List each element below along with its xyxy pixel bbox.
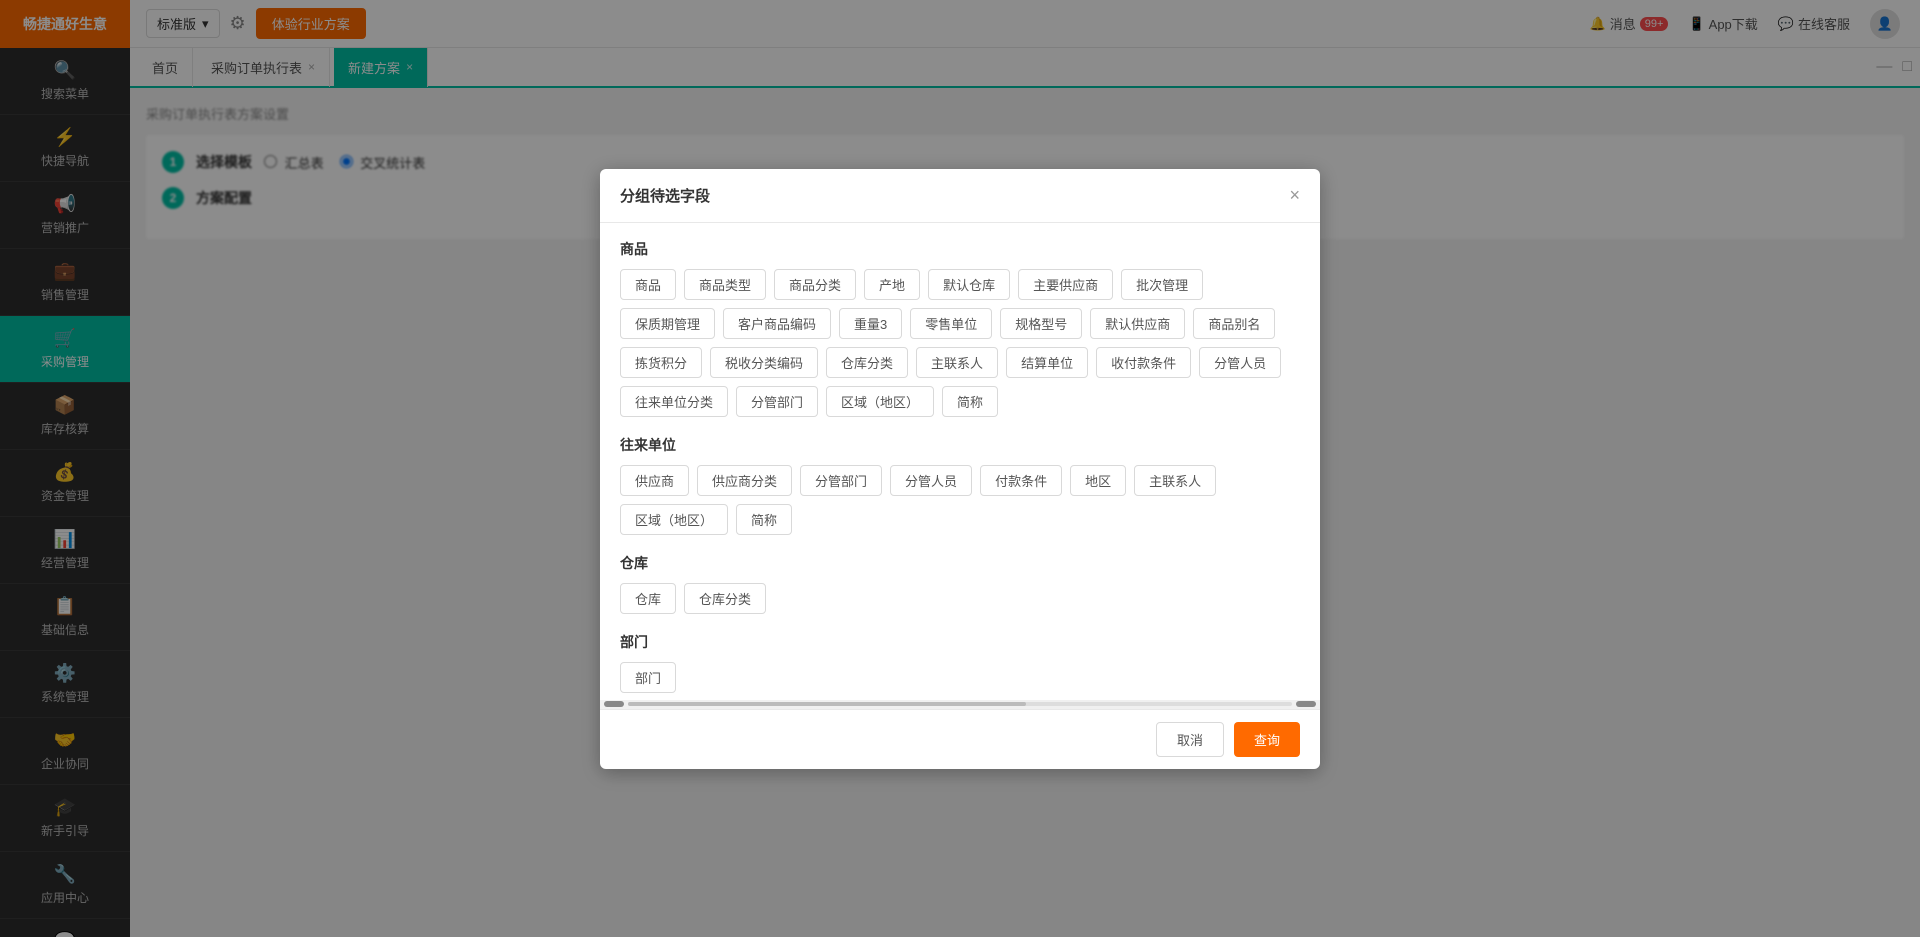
department-fields: 部门 <box>620 662 1300 693</box>
hscroll-right-btn[interactable] <box>1296 701 1316 707</box>
department-section-title: 部门 <box>620 632 1300 652</box>
field-tag-partner-region[interactable]: 区域（地区） <box>620 504 728 535</box>
field-tag-default-warehouse[interactable]: 默认仓库 <box>928 269 1010 300</box>
field-tag-partner-short[interactable]: 简称 <box>736 504 792 535</box>
field-tag-region[interactable]: 区域（地区） <box>826 386 934 417</box>
field-tag-expiry-manage[interactable]: 保质期管理 <box>620 308 715 339</box>
field-select-modal: 分组待选字段 × 商品 商品 商品类型 商品分类 产地 默认仓库 主要供应商 批… <box>600 169 1320 769</box>
field-tag-payment-condition[interactable]: 付款条件 <box>980 465 1062 496</box>
modal-header: 分组待选字段 × <box>600 169 1320 223</box>
warehouse-section: 仓库 仓库 仓库分类 <box>620 553 1300 614</box>
field-tag-supplier-category[interactable]: 供应商分类 <box>697 465 792 496</box>
field-tag-goods[interactable]: 商品 <box>620 269 676 300</box>
field-tag-main-supplier[interactable]: 主要供应商 <box>1018 269 1113 300</box>
modal-hscroll[interactable] <box>600 700 1320 708</box>
warehouse-fields: 仓库 仓库分类 <box>620 583 1300 614</box>
field-tag-goods-category[interactable]: 商品分类 <box>774 269 856 300</box>
partners-section-title: 往来单位 <box>620 435 1300 455</box>
field-tag-customer-code[interactable]: 客户商品编码 <box>723 308 831 339</box>
field-tag-short-name[interactable]: 简称 <box>942 386 998 417</box>
field-tag-default-supplier[interactable]: 默认供应商 <box>1090 308 1185 339</box>
field-tag-retail-unit[interactable]: 零售单位 <box>910 308 992 339</box>
field-tag-weight3[interactable]: 重量3 <box>839 308 902 339</box>
field-tag-dept[interactable]: 分管部门 <box>736 386 818 417</box>
field-tag-supplier[interactable]: 供应商 <box>620 465 689 496</box>
field-tag-dept-name[interactable]: 部门 <box>620 662 676 693</box>
modal-overlay[interactable]: 分组待选字段 × 商品 商品 商品类型 商品分类 产地 默认仓库 主要供应商 批… <box>0 0 1920 937</box>
cancel-button[interactable]: 取消 <box>1156 722 1224 757</box>
field-tag-manage-dept[interactable]: 分管部门 <box>800 465 882 496</box>
warehouse-section-title: 仓库 <box>620 553 1300 573</box>
field-tag-spec-model[interactable]: 规格型号 <box>1000 308 1082 339</box>
field-tag-source-unit[interactable]: 往来单位分类 <box>620 386 728 417</box>
field-tag-tax-code[interactable]: 税收分类编码 <box>710 347 818 378</box>
modal-footer: 取消 查询 <box>600 709 1320 769</box>
field-tag-main-contact[interactable]: 主联系人 <box>916 347 998 378</box>
goods-section: 商品 商品 商品类型 商品分类 产地 默认仓库 主要供应商 批次管理 保质期管理… <box>620 239 1300 417</box>
hscroll-track <box>628 702 1292 706</box>
field-tag-manage-person[interactable]: 分管人员 <box>890 465 972 496</box>
partners-fields: 供应商 供应商分类 分管部门 分管人员 付款条件 地区 主联系人 区域（地区） … <box>620 465 1300 535</box>
modal-close-btn[interactable]: × <box>1289 186 1300 204</box>
field-tag-goods-type[interactable]: 商品类型 <box>684 269 766 300</box>
field-tag-warehouse-cat[interactable]: 仓库分类 <box>684 583 766 614</box>
goods-section-title: 商品 <box>620 239 1300 259</box>
field-tag-warehouse-category[interactable]: 仓库分类 <box>826 347 908 378</box>
confirm-button[interactable]: 查询 <box>1234 722 1300 757</box>
hscroll-thumb[interactable] <box>628 702 1026 706</box>
hscroll-left-btn[interactable] <box>604 701 624 707</box>
field-tag-batch-manage[interactable]: 批次管理 <box>1121 269 1203 300</box>
field-tag-rebate-points[interactable]: 拣货积分 <box>620 347 702 378</box>
goods-fields: 商品 商品类型 商品分类 产地 默认仓库 主要供应商 批次管理 保质期管理 客户… <box>620 269 1300 417</box>
field-tag-payment-terms[interactable]: 收付款条件 <box>1096 347 1191 378</box>
field-tag-warehouse[interactable]: 仓库 <box>620 583 676 614</box>
field-tag-area[interactable]: 地区 <box>1070 465 1126 496</box>
partners-section: 往来单位 供应商 供应商分类 分管部门 分管人员 付款条件 地区 主联系人 区域… <box>620 435 1300 535</box>
field-tag-supervisor[interactable]: 分管人员 <box>1199 347 1281 378</box>
field-tag-partner-contact[interactable]: 主联系人 <box>1134 465 1216 496</box>
department-section: 部门 部门 <box>620 632 1300 693</box>
modal-title: 分组待选字段 <box>620 185 710 206</box>
field-tag-origin[interactable]: 产地 <box>864 269 920 300</box>
field-tag-settlement-unit[interactable]: 结算单位 <box>1006 347 1088 378</box>
field-tag-goods-alias[interactable]: 商品别名 <box>1193 308 1275 339</box>
modal-body: 商品 商品 商品类型 商品分类 产地 默认仓库 主要供应商 批次管理 保质期管理… <box>600 223 1320 701</box>
